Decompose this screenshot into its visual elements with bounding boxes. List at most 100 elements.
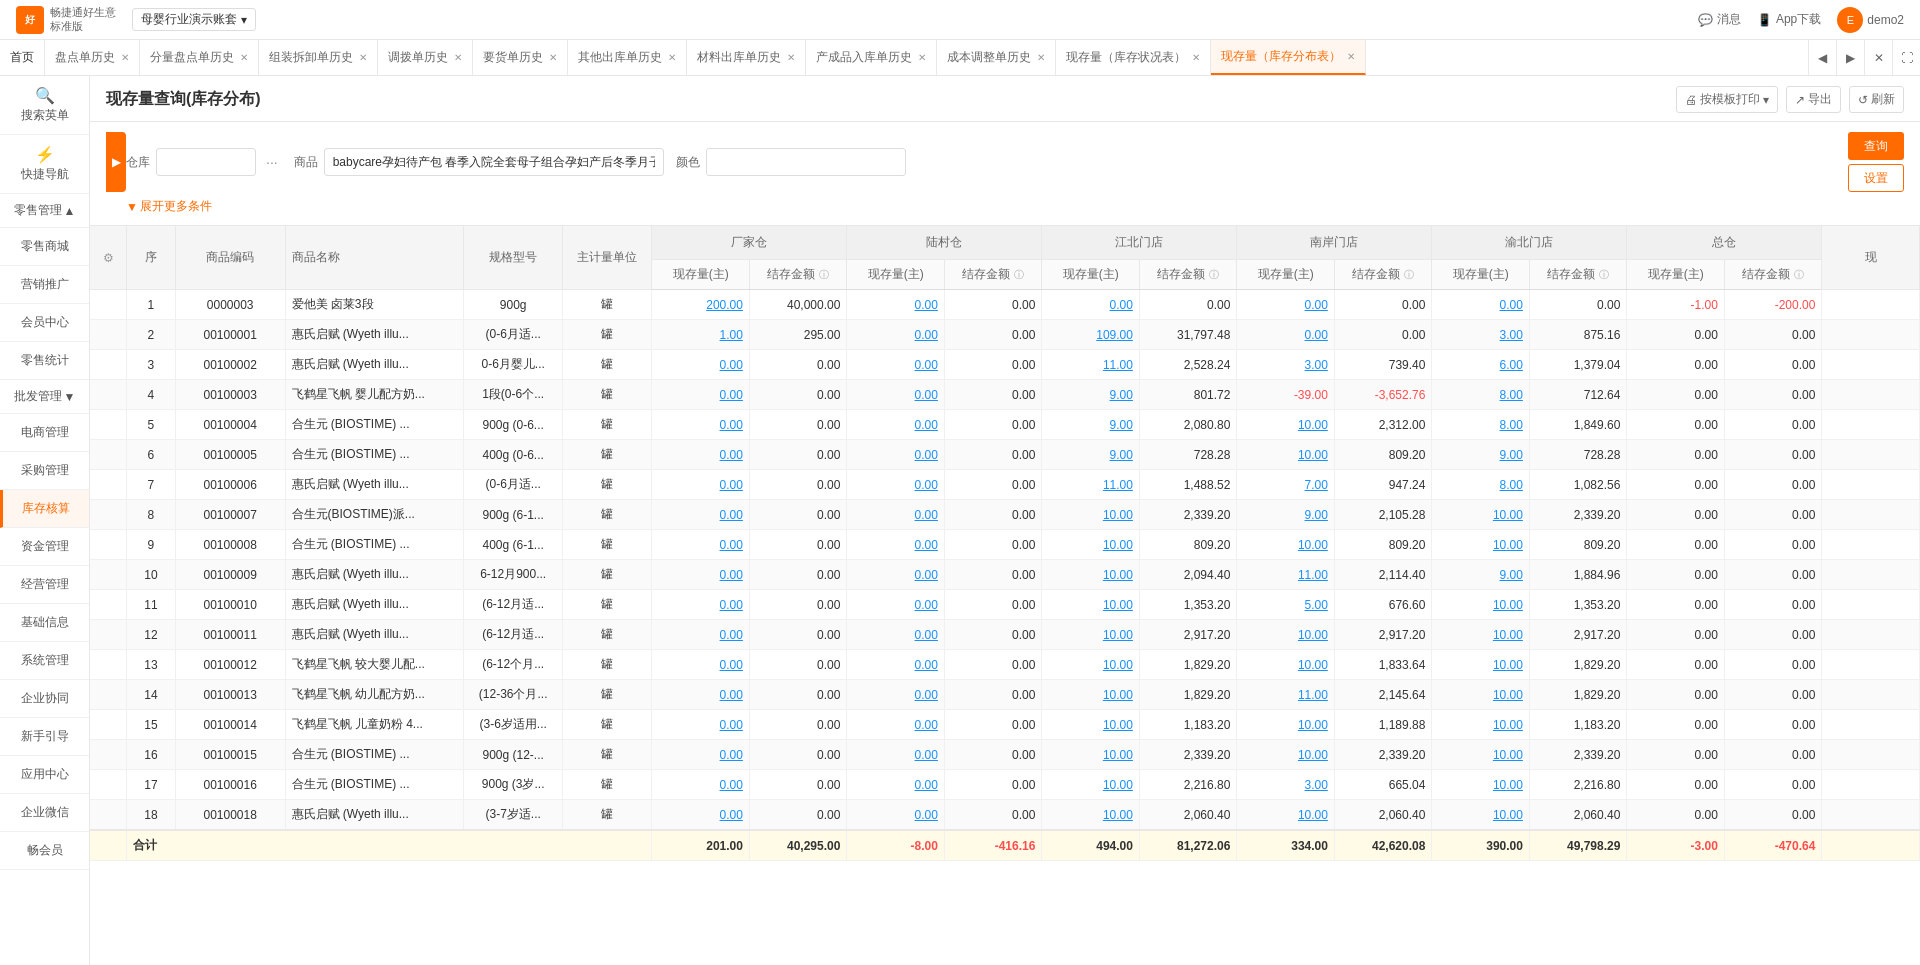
row-total-qty: 0.00 [1627, 800, 1725, 831]
close-stock-status[interactable]: ✕ [1192, 52, 1200, 63]
close-stock-check[interactable]: ✕ [121, 52, 129, 63]
sidebar-item-member[interactable]: 会员中心 [0, 304, 89, 342]
row-code: 0000003 [175, 290, 285, 320]
nav-next-btn[interactable]: ▶ [1836, 40, 1864, 76]
sidebar-item-apps[interactable]: 应用中心 [0, 756, 89, 794]
lucun-info-icon[interactable]: ⓘ [1014, 269, 1024, 280]
sidebar-item-retail-stats[interactable]: 零售统计 [0, 342, 89, 380]
tab-stock-status[interactable]: 现存量（库存状况表） ✕ [1056, 40, 1211, 75]
sidebar-item-collab[interactable]: 企业协同 [0, 680, 89, 718]
setting-btn[interactable]: 设置 [1848, 164, 1904, 192]
nav-expand-btn[interactable]: ⛶ [1892, 40, 1920, 76]
tab-transfer[interactable]: 调拨单历史 ✕ [378, 40, 473, 75]
main-layout: 🔍 搜索英单 ⚡ 快捷导航 零售管理 ▲ 零售商城 营销推广 会员中心 零售统计… [0, 76, 1920, 965]
tab-material-out[interactable]: 材料出库单历史 ✕ [687, 40, 806, 75]
print-btn[interactable]: 🖨 按模板打印 ▾ [1676, 86, 1778, 113]
close-other-out[interactable]: ✕ [668, 52, 676, 63]
tab-stock-dist[interactable]: 现存量（库存分布表） ✕ [1211, 40, 1366, 75]
tab-partial-stock[interactable]: 分量盘点单历史 ✕ [140, 40, 259, 75]
gear-icon[interactable]: ⚙ [103, 251, 114, 265]
tab-order[interactable]: 要货单历史 ✕ [473, 40, 568, 75]
sidebar-item-purchase[interactable]: 采购管理 [0, 452, 89, 490]
tab-cost-adjust[interactable]: 成本调整单历史 ✕ [937, 40, 1056, 75]
jiangbei-info-icon[interactable]: ⓘ [1209, 269, 1219, 280]
expand-btn[interactable]: ▼ 展开更多条件 [126, 198, 1904, 215]
sidebar-item-search[interactable]: 🔍 搜索英单 [0, 76, 89, 135]
close-material[interactable]: ✕ [787, 52, 795, 63]
row-nanan-amt: 2,339.20 [1334, 740, 1432, 770]
sidebar-item-marketing[interactable]: 营销推广 [0, 266, 89, 304]
table-container[interactable]: ⚙ 序 商品编码 商品名称 规格型号 主计量单位 厂家仓 陆村仓 江北门店 南岸… [90, 226, 1920, 965]
close-stock-dist[interactable]: ✕ [1347, 51, 1355, 62]
warehouse-dots-btn[interactable]: ··· [262, 154, 282, 170]
row-name: 惠氏启赋 (Wyeth illu... [285, 560, 463, 590]
nav-prev-btn[interactable]: ◀ [1808, 40, 1836, 76]
sidebar-item-nav[interactable]: ⚡ 快捷导航 [0, 135, 89, 194]
sidebar-item-retail[interactable]: 零售管理 ▲ [0, 194, 89, 228]
row-settings [90, 290, 127, 320]
user-menu[interactable]: E demo2 [1837, 7, 1904, 33]
close-cost[interactable]: ✕ [1037, 52, 1045, 63]
collapse-btn[interactable]: ▶ [106, 132, 126, 192]
tab-product-in[interactable]: 产成品入库单历史 ✕ [806, 40, 937, 75]
row-nanan-amt: 2,060.40 [1334, 800, 1432, 831]
sidebar-item-system[interactable]: 系统管理 [0, 642, 89, 680]
close-transfer[interactable]: ✕ [454, 52, 462, 63]
sidebar-item-wholesale[interactable]: 批发管理 ▼ [0, 380, 89, 414]
row-spec: 400g (6-1... [463, 530, 563, 560]
row-lucun-amt: 0.00 [944, 410, 1042, 440]
row-yubei-qty: 6.00 [1432, 350, 1530, 380]
nav-close-all-btn[interactable]: ✕ [1864, 40, 1892, 76]
sidebar-item-wechat[interactable]: 企业微信 [0, 794, 89, 832]
row-nanan-qty: 10.00 [1237, 710, 1335, 740]
changjia-info-icon[interactable]: ⓘ [819, 269, 829, 280]
total-info-icon[interactable]: ⓘ [1794, 269, 1804, 280]
row-spec: 900g (6-1... [463, 500, 563, 530]
row-settings [90, 740, 127, 770]
sidebar-item-finance[interactable]: 资金管理 [0, 528, 89, 566]
sidebar-item-ecommerce[interactable]: 电商管理 [0, 414, 89, 452]
close-assembly[interactable]: ✕ [359, 52, 367, 63]
row-settings [90, 500, 127, 530]
row-jiangbei-qty: 10.00 [1042, 500, 1140, 530]
row-lucun-qty: 0.00 [847, 560, 945, 590]
sidebar-item-guide[interactable]: 新手引导 [0, 718, 89, 756]
close-product-in[interactable]: ✕ [918, 52, 926, 63]
row-lucun-qty: 0.00 [847, 290, 945, 320]
nanan-info-icon[interactable]: ⓘ [1404, 269, 1414, 280]
row-unit: 罐 [563, 650, 652, 680]
row-settings [90, 440, 127, 470]
sidebar-item-vip[interactable]: 畅会员 [0, 832, 89, 870]
row-jiangbei-qty: 10.00 [1042, 620, 1140, 650]
account-selector[interactable]: 母婴行业演示账套 ▾ [132, 8, 256, 31]
export-btn[interactable]: ↗ 导出 [1786, 86, 1841, 113]
row-jiangbei-qty: 10.00 [1042, 710, 1140, 740]
close-partial[interactable]: ✕ [240, 52, 248, 63]
color-input[interactable] [706, 148, 906, 176]
tab-stock-check[interactable]: 盘点单历史 ✕ [45, 40, 140, 75]
tab-other-out[interactable]: 其他出库单历史 ✕ [568, 40, 687, 75]
col-name-header: 商品名称 [285, 226, 463, 290]
sidebar-item-inventory[interactable]: 库存核算 [0, 490, 89, 528]
close-order[interactable]: ✕ [549, 52, 557, 63]
sidebar-item-basic[interactable]: 基础信息 [0, 604, 89, 642]
message-btn[interactable]: 💬 消息 [1698, 11, 1741, 28]
row-lucun-amt: 0.00 [944, 290, 1042, 320]
app-download-btn[interactable]: 📱 App下载 [1757, 11, 1821, 28]
query-btn[interactable]: 查询 [1848, 132, 1904, 160]
col-extra-header: 现 [1822, 226, 1920, 290]
row-unit: 罐 [563, 500, 652, 530]
row-lucun-amt: 0.00 [944, 470, 1042, 500]
row-code: 00100010 [175, 590, 285, 620]
tab-home[interactable]: 首页 [0, 40, 45, 75]
yubei-info-icon[interactable]: ⓘ [1599, 269, 1609, 280]
goods-input[interactable] [324, 148, 664, 176]
row-no: 4 [127, 380, 176, 410]
sidebar-item-management[interactable]: 经营管理 [0, 566, 89, 604]
warehouse-input[interactable] [156, 148, 256, 176]
sidebar-item-mall[interactable]: 零售商城 [0, 228, 89, 266]
row-extra [1822, 320, 1920, 350]
refresh-btn[interactable]: ↺ 刷新 [1849, 86, 1904, 113]
tab-assembly[interactable]: 组装拆卸单历史 ✕ [259, 40, 378, 75]
col-lucun-header: 陆村仓 [847, 226, 1042, 260]
